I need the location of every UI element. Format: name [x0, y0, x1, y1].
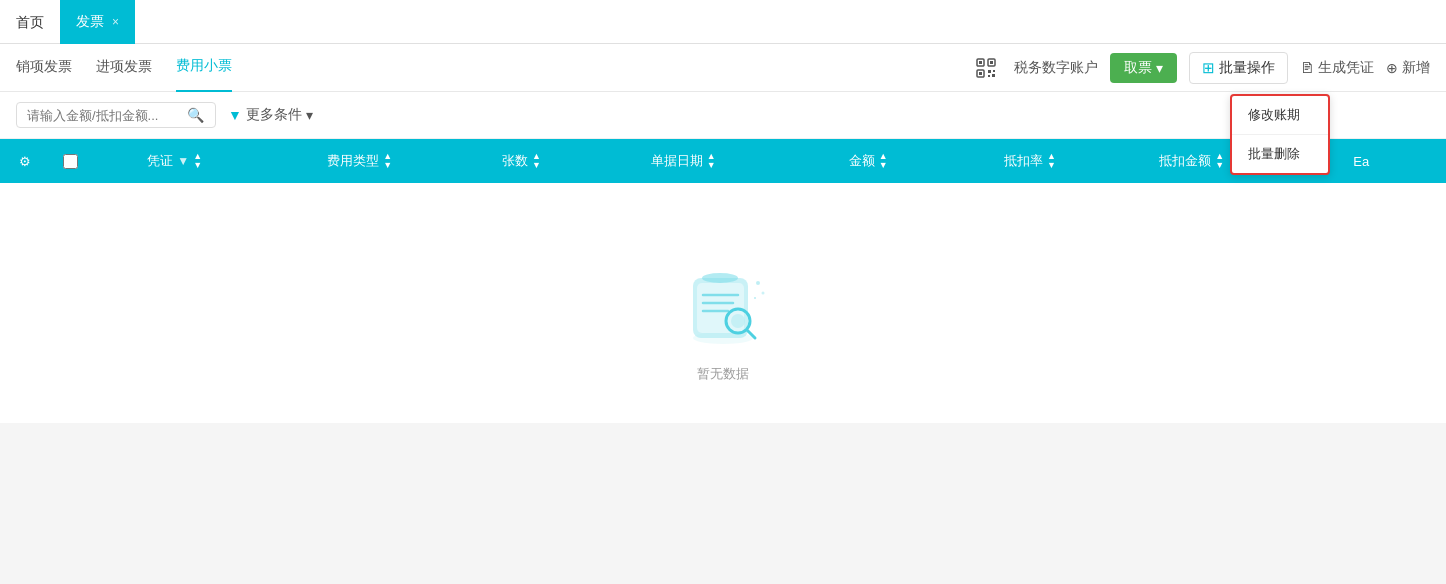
add-icon: ⊕ — [1386, 60, 1398, 76]
sub-nav-right: 税务数字账户 取票 ▾ ⊞ 批量操作 🖹 生成凭证 ⊕ 新增 修改账期 批量删除 — [970, 52, 1430, 84]
header-checkbox[interactable] — [63, 154, 78, 169]
svg-rect-9 — [992, 74, 995, 77]
voucher-icon: 🖹 — [1300, 60, 1314, 76]
th-expense-type: 费用类型 ▲▼ — [260, 152, 460, 170]
qr-icon-button[interactable] — [970, 52, 1002, 84]
tax-account-button[interactable]: 税务数字账户 — [1014, 59, 1098, 77]
svg-rect-5 — [979, 72, 982, 75]
empty-state: 暂无数据 — [0, 183, 1446, 423]
svg-point-21 — [762, 292, 765, 295]
qujiao-button[interactable]: 取票 ▾ — [1110, 53, 1177, 83]
date-sort[interactable]: ▲▼ — [707, 152, 716, 170]
count-sort[interactable]: ▲▼ — [532, 152, 541, 170]
voucher-sort[interactable]: ▲▼ — [193, 152, 202, 170]
amount-sort[interactable]: ▲▼ — [879, 152, 888, 170]
batch-ops-dropdown: 修改账期 批量删除 — [1230, 94, 1330, 175]
svg-point-22 — [754, 297, 756, 299]
svg-point-17 — [731, 314, 745, 328]
th-count: 张数 ▲▼ — [460, 152, 583, 170]
sub-nav-left: 销项发票 进项发票 费用小票 — [16, 44, 232, 92]
sub-nav: 销项发票 进项发票 费用小票 税务数字账户 取 — [0, 44, 1446, 92]
svg-point-20 — [756, 281, 760, 285]
th-voucher: 凭证 ▼ ▲▼ — [90, 152, 260, 170]
top-nav: 首页 发票 × — [0, 0, 1446, 44]
empty-text: 暂无数据 — [697, 365, 749, 383]
svg-point-19 — [702, 273, 738, 283]
home-link[interactable]: 首页 — [16, 0, 60, 44]
th-gear[interactable]: ⚙ — [0, 154, 50, 169]
close-tab-icon[interactable]: × — [112, 15, 119, 29]
th-amount: 金额 ▲▼ — [783, 152, 953, 170]
xinzeng-button[interactable]: ⊕ 新增 — [1386, 59, 1430, 77]
active-tab[interactable]: 发票 × — [60, 0, 135, 44]
qr-icon — [975, 57, 997, 79]
search-icon[interactable]: 🔍 — [187, 107, 204, 123]
deduct-amount-sort[interactable]: ▲▼ — [1215, 152, 1224, 170]
filter-icon: ▼ — [228, 107, 242, 123]
expense-type-sort[interactable]: ▲▼ — [383, 152, 392, 170]
tab-feiyong-xiaopiao[interactable]: 费用小票 — [176, 44, 232, 92]
th-deduct-rate: 抵扣率 ▲▼ — [953, 152, 1107, 170]
piliangcaozuo-button[interactable]: ⊞ 批量操作 — [1189, 52, 1288, 84]
th-checkbox[interactable] — [50, 154, 90, 169]
svg-rect-1 — [979, 61, 982, 64]
tab-jinxiang-fapiao[interactable]: 进项发票 — [96, 44, 152, 92]
svg-rect-3 — [990, 61, 993, 64]
svg-rect-7 — [993, 70, 995, 72]
tab-xiaoxiang-fapiao[interactable]: 销项发票 — [16, 44, 72, 92]
active-tab-label: 发票 — [76, 13, 104, 31]
deduct-rate-sort[interactable]: ▲▼ — [1047, 152, 1056, 170]
more-conditions-button[interactable]: ▼ 更多条件 ▾ — [228, 106, 313, 124]
search-input[interactable] — [27, 108, 187, 123]
shengchengling-button[interactable]: 🖹 生成凭证 — [1300, 59, 1374, 77]
voucher-filter-icon[interactable]: ▼ — [177, 154, 189, 168]
search-input-wrap: 🔍 — [16, 102, 216, 128]
dropdown-item-batch-delete[interactable]: 批量删除 — [1232, 135, 1328, 173]
svg-rect-6 — [988, 70, 991, 73]
empty-illustration — [673, 263, 773, 353]
svg-rect-8 — [988, 75, 990, 77]
dropdown-item-modify-period[interactable]: 修改账期 — [1232, 96, 1328, 134]
th-date: 单据日期 ▲▼ — [583, 152, 783, 170]
batch-ops-icon: ⊞ — [1202, 59, 1215, 77]
